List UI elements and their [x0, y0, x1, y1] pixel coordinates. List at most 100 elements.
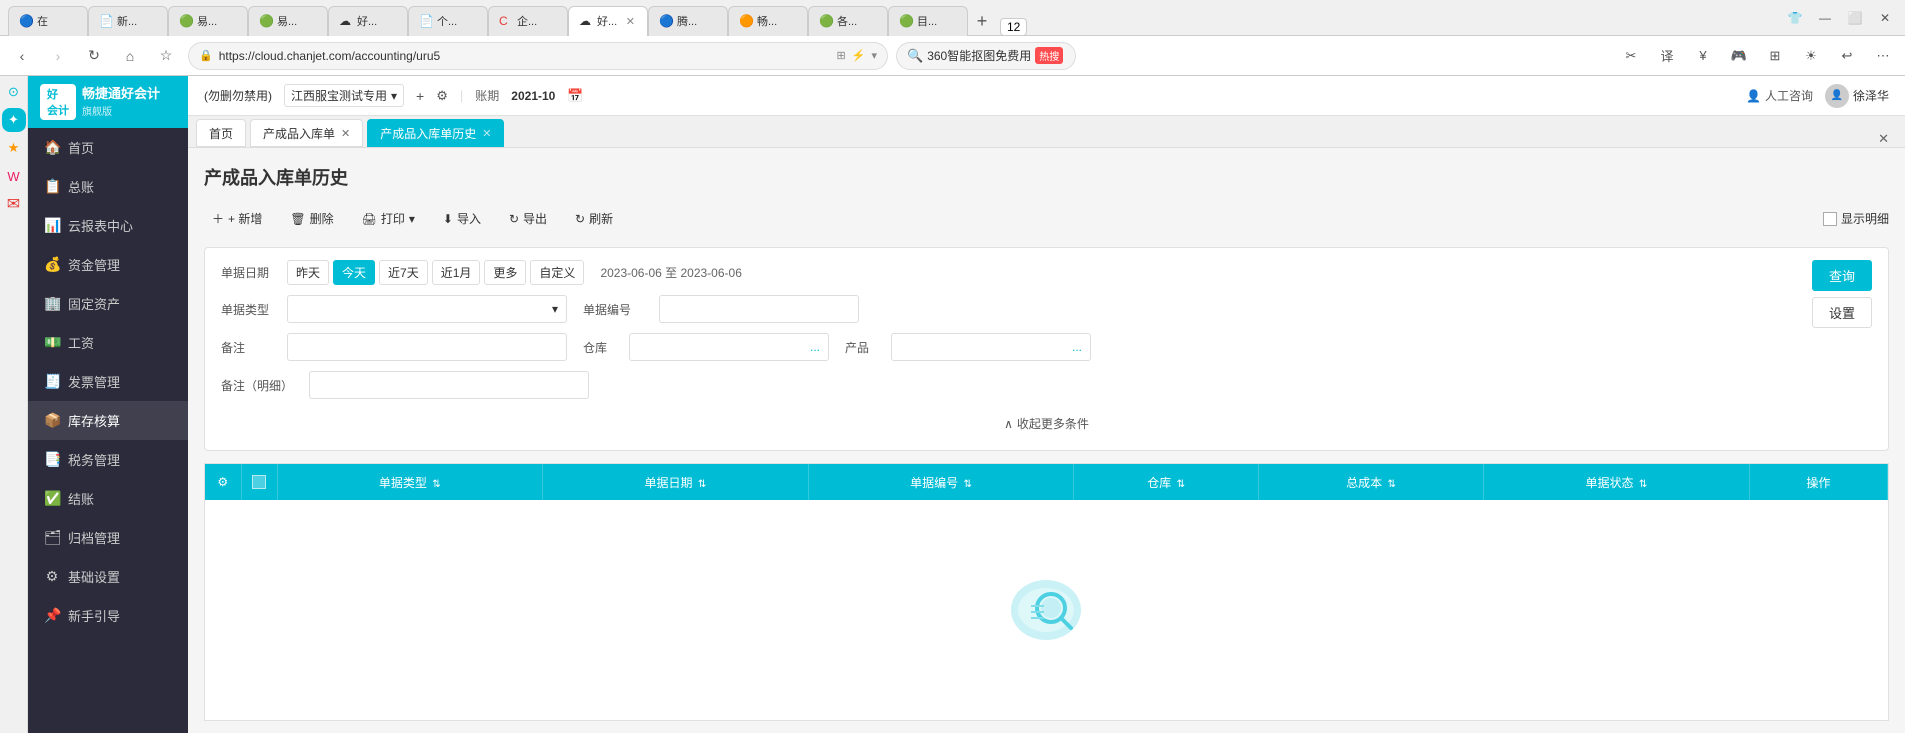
- shirt-icon[interactable]: 👕: [1783, 6, 1807, 30]
- browser-tab-10[interactable]: 🟠 畅...: [728, 6, 808, 36]
- date-btn-more[interactable]: 更多: [484, 260, 526, 285]
- scissor-icon[interactable]: ✂: [1617, 42, 1645, 70]
- browser-tab-9[interactable]: 🔵 腾...: [648, 6, 728, 36]
- warehouse-ellipsis[interactable]: ...: [810, 340, 820, 354]
- browser-tab-3[interactable]: 🟢 易...: [168, 6, 248, 36]
- undo-icon[interactable]: ↩: [1833, 42, 1861, 70]
- close-all-tabs-button[interactable]: ✕: [1870, 131, 1897, 147]
- product-select[interactable]: ...: [891, 333, 1091, 361]
- sidebar-item-closing[interactable]: ✅ 结账: [28, 479, 188, 518]
- add-company-button[interactable]: +: [416, 88, 424, 104]
- doc-no-input[interactable]: [659, 295, 859, 323]
- calendar-icon[interactable]: 📅: [567, 88, 583, 104]
- minimize-button[interactable]: —: [1813, 6, 1837, 30]
- game-icon[interactable]: 🎮: [1725, 42, 1753, 70]
- product-ellipsis[interactable]: ...: [1072, 340, 1082, 354]
- sidebar-item-home[interactable]: 🏠 首页: [28, 128, 188, 167]
- tab-label-9: 腾...: [677, 13, 717, 29]
- sidebar-item-fund[interactable]: 💰 资金管理: [28, 245, 188, 284]
- forward-button[interactable]: ›: [44, 42, 72, 70]
- collapse-filter-button[interactable]: ∧ 收起更多条件: [221, 409, 1872, 438]
- select-all-checkbox[interactable]: [252, 475, 266, 489]
- browser-tab-6[interactable]: 📄 个...: [408, 6, 488, 36]
- delete-button[interactable]: 🗑 删除: [282, 206, 341, 231]
- back-button[interactable]: ‹: [8, 42, 36, 70]
- restore-button[interactable]: ⬜: [1843, 6, 1867, 30]
- sidebar-item-invoice[interactable]: 🧾 发票管理: [28, 362, 188, 401]
- type-dropdown-arrow: ▾: [552, 302, 558, 316]
- browser-tab-7[interactable]: C 企...: [488, 6, 568, 36]
- page-tab-history-close[interactable]: ✕: [482, 127, 491, 140]
- sidebar-item-settings[interactable]: ⚙ 基础设置: [28, 557, 188, 596]
- home-nav-button[interactable]: ⌂: [116, 42, 144, 70]
- th-warehouse[interactable]: 仓库 ⇅: [1074, 464, 1259, 500]
- remark-input[interactable]: [287, 333, 567, 361]
- refresh-nav-button[interactable]: ↻: [80, 42, 108, 70]
- date-btn-today[interactable]: 今天: [333, 260, 375, 285]
- date-btn-7days[interactable]: 近7天: [379, 260, 428, 285]
- date-btn-yesterday[interactable]: 昨天: [287, 260, 329, 285]
- browser-sidebar-app5[interactable]: ✉: [2, 192, 26, 216]
- th-doc-status[interactable]: 单据状态 ⇅: [1484, 464, 1750, 500]
- sidebar-item-report[interactable]: 📊 云报表中心: [28, 206, 188, 245]
- new-button[interactable]: ＋ + 新增: [204, 206, 270, 231]
- sidebar-item-guide[interactable]: 📌 新手引导: [28, 596, 188, 635]
- browser-tab-11[interactable]: 🟢 各...: [808, 6, 888, 36]
- sidebar-item-archive[interactable]: 🗂 归档管理: [28, 518, 188, 557]
- browser-tab-5[interactable]: ☁ 好...: [328, 6, 408, 36]
- theme-icon[interactable]: ☀: [1797, 42, 1825, 70]
- th-checkbox[interactable]: [241, 464, 277, 500]
- grid-view-icon[interactable]: ⊞: [1761, 42, 1789, 70]
- import-button[interactable]: ⬇ 导入: [435, 206, 489, 231]
- th-doc-type[interactable]: 单据类型 ⇅: [277, 464, 543, 500]
- yen-icon[interactable]: ¥: [1689, 42, 1717, 70]
- close-button[interactable]: ✕: [1873, 6, 1897, 30]
- filter-settings-button[interactable]: 设置: [1812, 297, 1872, 328]
- type-filter-select[interactable]: ▾: [287, 295, 567, 323]
- page-tab-stock-in[interactable]: 产成品入库单 ✕: [250, 119, 363, 147]
- page-tab-home[interactable]: 首页: [196, 119, 246, 147]
- browser-sidebar-app3[interactable]: ★: [2, 136, 26, 160]
- refresh-button[interactable]: ↻ 刷新: [567, 206, 621, 231]
- sidebar-item-inventory[interactable]: 📦 库存核算: [28, 401, 188, 440]
- th-total-cost[interactable]: 总成本 ⇅: [1258, 464, 1483, 500]
- browser-sidebar-app2[interactable]: ✦: [2, 108, 26, 132]
- query-button[interactable]: 查询: [1812, 260, 1872, 291]
- company-selector[interactable]: 江西服宝测试专用 ▾: [284, 84, 404, 107]
- browser-sidebar-app4[interactable]: W: [2, 164, 26, 188]
- browser-search-box[interactable]: 🔍 360智能抠图免费用 热搜: [896, 42, 1076, 70]
- print-button[interactable]: 🖨 打印 ▾: [354, 206, 423, 231]
- browser-tab-2[interactable]: 📄 新...: [88, 6, 168, 36]
- sidebar-item-ledger[interactable]: 📋 总账: [28, 167, 188, 206]
- browser-tab-12[interactable]: 🟢 目...: [888, 6, 968, 36]
- browser-tab-8[interactable]: ☁ 好... ✕: [568, 6, 648, 36]
- page-tab-stock-in-close[interactable]: ✕: [341, 127, 350, 140]
- user-service-button[interactable]: 👤 人工咨询: [1746, 87, 1813, 104]
- show-detail-checkbox[interactable]: [1823, 212, 1837, 226]
- new-tab-button[interactable]: +: [968, 8, 996, 36]
- sidebar-item-assets[interactable]: 🏢 固定资产: [28, 284, 188, 323]
- th-doc-no[interactable]: 单据编号 ⇅: [808, 464, 1074, 500]
- user-profile[interactable]: 👤 徐泽华: [1825, 84, 1889, 108]
- translate-icon[interactable]: 译: [1653, 42, 1681, 70]
- page-tab-history[interactable]: 产成品入库单历史 ✕: [367, 119, 504, 147]
- browser-tab-4[interactable]: 🟢 易...: [248, 6, 328, 36]
- dropdown-icon[interactable]: ▾: [871, 49, 877, 62]
- date-btn-custom[interactable]: 自定义: [530, 260, 584, 285]
- tab-close-8[interactable]: ✕: [624, 15, 637, 28]
- warehouse-select[interactable]: ...: [629, 333, 829, 361]
- browser-tab-1[interactable]: 🔵 在: [8, 6, 88, 36]
- th-doc-date[interactable]: 单据日期 ⇅: [543, 464, 809, 500]
- company-settings-icon[interactable]: ⚙: [436, 88, 448, 104]
- bookmark-button[interactable]: ☆: [152, 42, 180, 70]
- settings-nav-icon[interactable]: ⋯: [1869, 42, 1897, 70]
- sidebar-item-tax[interactable]: 📑 税务管理: [28, 440, 188, 479]
- export-button[interactable]: ↻ 导出: [501, 206, 555, 231]
- date-btn-1month[interactable]: 近1月: [432, 260, 481, 285]
- th-settings[interactable]: ⚙: [205, 464, 241, 500]
- browser-sidebar-app1[interactable]: ⊙: [2, 80, 26, 104]
- show-detail-toggle[interactable]: 显示明细: [1823, 210, 1889, 227]
- sidebar-item-payroll[interactable]: 💵 工资: [28, 323, 188, 362]
- address-bar[interactable]: 🔒 https://cloud.chanjet.com/accounting/u…: [188, 42, 888, 70]
- detail-remark-input[interactable]: [309, 371, 589, 399]
